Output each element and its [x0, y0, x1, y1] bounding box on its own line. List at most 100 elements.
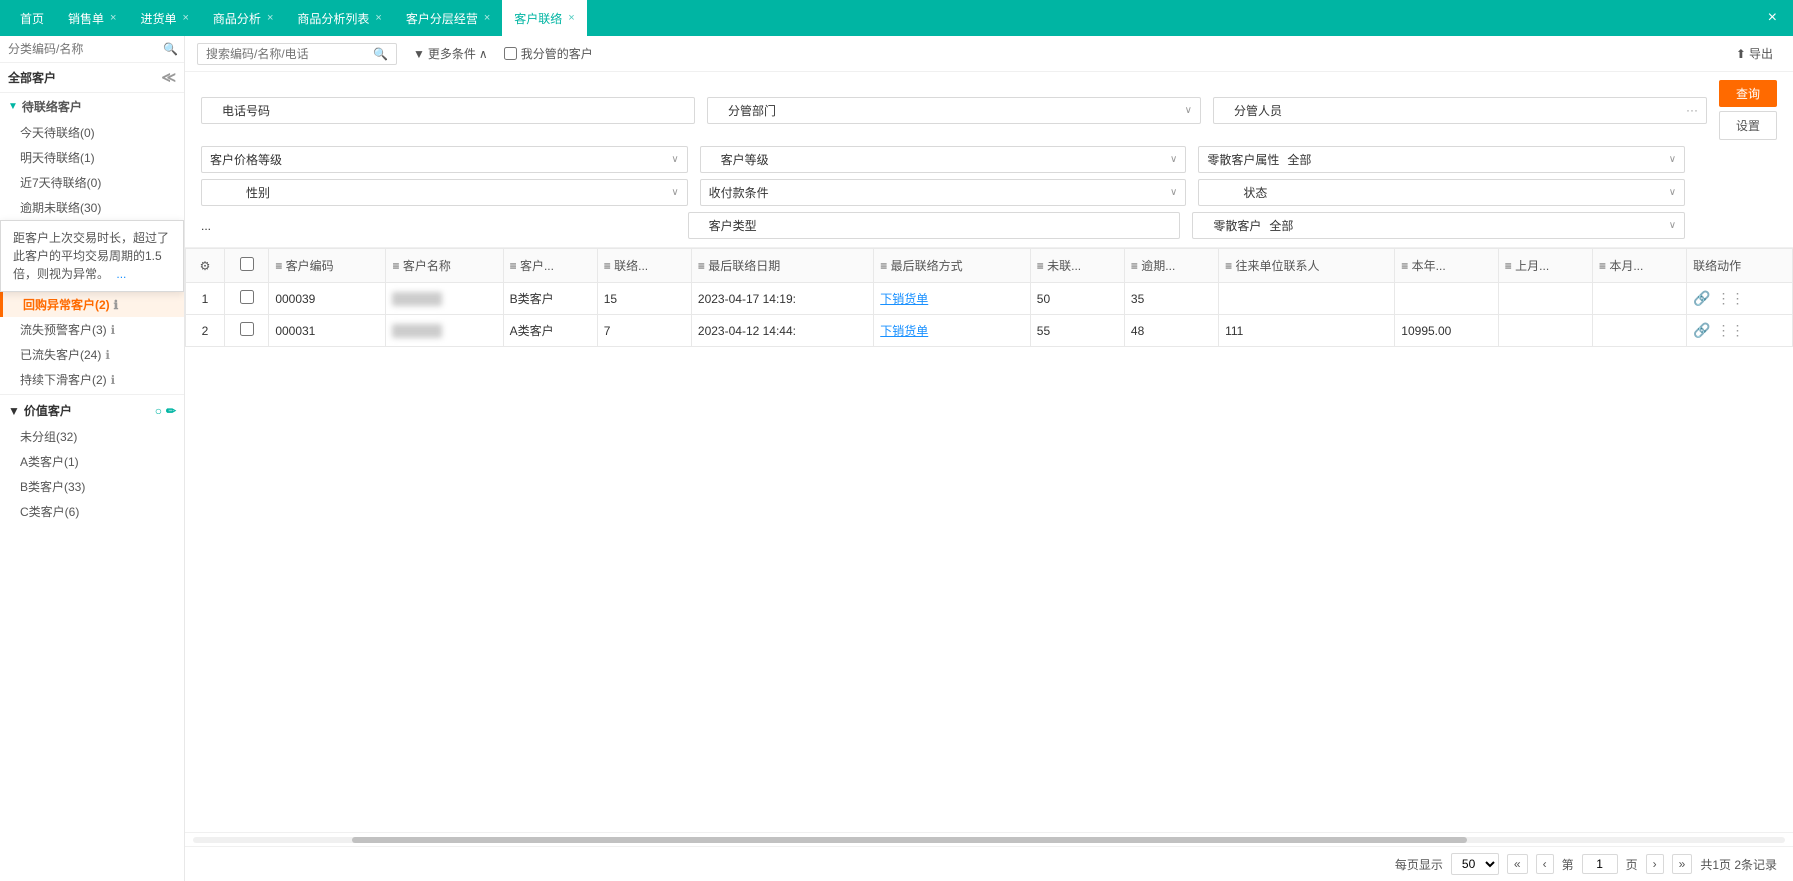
retail-customer-field[interactable]: 零散客户 全部 ∨ [1192, 212, 1685, 239]
gender-field[interactable]: 性别 ∨ [201, 179, 688, 206]
payment-field[interactable]: 收付款条件 ∨ [700, 179, 1187, 206]
per-page-select[interactable]: 50 [1451, 853, 1499, 875]
today-label: 今天待联络(0) [20, 124, 95, 141]
sidebar-item-overdue[interactable]: 逾期未联络(30) [0, 195, 184, 220]
row2-actions-wrap: 🔗 ⋮⋮ [1693, 322, 1786, 339]
dept-field[interactable]: 分管部门 ∨ [707, 97, 1201, 124]
next-page-btn[interactable]: › [1646, 854, 1664, 874]
dept-label: 分管部门 [716, 102, 776, 119]
nav-analysis-close[interactable]: × [267, 12, 273, 24]
nav-analysis-list-close[interactable]: × [375, 12, 381, 24]
row2-last-method[interactable]: 下销货单 [874, 315, 1031, 347]
table-body: 1 000039 B类客户 15 2023-04-17 14:19: 下销货单 … [186, 283, 1793, 347]
sidebar-item-declining[interactable]: 持续下滑客户(2) ℹ [0, 367, 184, 392]
customer-type-label: 客户类型 [697, 217, 757, 234]
price-level-field[interactable]: 客户价格等级 ∨ [201, 146, 688, 173]
query-button[interactable]: 查询 [1719, 80, 1777, 107]
manager-field[interactable]: 分管人员 ··· [1213, 97, 1707, 124]
col-last-month: ≡ 上月... [1498, 249, 1592, 283]
nav-sales-close[interactable]: × [110, 12, 116, 24]
sidebar-item-ungroup[interactable]: 未分组(32) [0, 424, 184, 449]
nav-customer-tier-close[interactable]: × [484, 12, 490, 24]
edit-icon2[interactable]: ✏ [166, 404, 176, 418]
declining-label: 持续下滑客户(2) [20, 371, 107, 388]
sidebar-search-icon[interactable]: 🔍 [163, 42, 178, 56]
sidebar-item-today[interactable]: 今天待联络(0) [0, 120, 184, 145]
page-input[interactable] [1582, 854, 1618, 874]
row1-last-method[interactable]: 下销货单 [874, 283, 1031, 315]
row1-checkbox[interactable] [225, 283, 269, 315]
nav-customer-contact-close[interactable]: × [568, 12, 574, 24]
edit-icon1[interactable]: ○ [155, 404, 162, 418]
sidebar-item-7days[interactable]: 近7天待联络(0) [0, 170, 184, 195]
scrollbar-thumb[interactable] [352, 837, 1466, 843]
select-all-checkbox[interactable] [240, 257, 254, 271]
retail-customer-label: 零散客户 [1201, 217, 1261, 234]
window-close-btn[interactable]: × [1760, 9, 1785, 27]
col-current-month: ≡ 本月... [1592, 249, 1686, 283]
status-field[interactable]: 状态 ∨ [1198, 179, 1685, 206]
sidebar-all-customers-header: 全部客户 ≪ [0, 63, 184, 93]
manager-label: 分管人员 [1222, 102, 1282, 119]
nav-analysis[interactable]: 商品分析 × [201, 0, 285, 36]
row1-action-link[interactable]: 🔗 [1693, 290, 1710, 307]
per-page-label: 每页显示 [1395, 856, 1443, 873]
nav-sales[interactable]: 销售单 × [56, 0, 128, 36]
table-container: ⚙ ≡ 客户编码 ≡ 客户名称 [185, 248, 1793, 832]
main-search-icon[interactable]: 🔍 [373, 47, 388, 61]
settings-button[interactable]: 设置 [1719, 111, 1777, 140]
retail-attr-field[interactable]: 零散客户属性 全部 ∨ [1198, 146, 1685, 173]
tooltip-box: 距客户上次交易时长，超过了此客户的平均交易周期的1.5倍，则视为异常。 ... [0, 220, 184, 292]
row2-seq: 2 [186, 315, 225, 347]
nav-customer-contact[interactable]: 客户联络 × [502, 0, 586, 36]
customer-type-field[interactable]: 客户类型 [688, 212, 1181, 239]
sidebar-item-repurchase-abnormal[interactable]: 回购异常客户(2) ℹ [0, 292, 184, 317]
first-page-btn[interactable]: « [1507, 854, 1528, 874]
sidebar-item-churned[interactable]: 已流失客户(24) ℹ [0, 342, 184, 367]
nav-customer-tier[interactable]: 客户分层经营 × [394, 0, 502, 36]
row2-select[interactable] [240, 322, 254, 336]
nav-analysis-list[interactable]: 商品分析列表 × [285, 0, 393, 36]
export-btn[interactable]: ⬆ 导出 [1728, 42, 1781, 65]
col-gear[interactable]: ⚙ [186, 249, 225, 283]
sidebar-group-pending-title[interactable]: ▼ 待联络客户 [0, 93, 184, 120]
row2-current-month [1592, 315, 1686, 347]
row1-current-month [1592, 283, 1686, 315]
row2-action-link[interactable]: 🔗 [1693, 322, 1710, 339]
nav-purchase-close[interactable]: × [182, 12, 188, 24]
row2-current-year: 10995.00 [1395, 315, 1499, 347]
nav-purchase[interactable]: 进货单 × [128, 0, 200, 36]
7days-label: 近7天待联络(0) [20, 174, 101, 191]
nav-home[interactable]: 首页 [8, 0, 56, 36]
my-customer-check[interactable]: 我分管的客户 [504, 45, 593, 62]
row1-select[interactable] [240, 290, 254, 304]
value-arrow: ▼ [8, 404, 20, 418]
table-row: 2 000031 A类客户 7 2023-04-12 14:44: 下销货单 5… [186, 315, 1793, 347]
b-class-label: B类客户(33) [20, 478, 85, 495]
row1-contact-person [1219, 283, 1395, 315]
horizontal-scrollbar[interactable] [185, 832, 1793, 846]
col-actions-label: 联络动作 [1693, 259, 1741, 273]
row1-action-more[interactable]: ⋮⋮ [1717, 290, 1745, 307]
sidebar-value-group-header[interactable]: ▼ 价值客户 ○ ✏ [0, 397, 184, 424]
phone-field[interactable]: 电话号码 [201, 97, 695, 124]
customer-level-field[interactable]: 客户等级 ∨ [700, 146, 1187, 173]
row2-checkbox[interactable] [225, 315, 269, 347]
sidebar-item-b-class[interactable]: B类客户(33) [0, 474, 184, 499]
sidebar-search-input[interactable] [8, 42, 163, 56]
sidebar-item-tomorrow[interactable]: 明天待联络(1) [0, 145, 184, 170]
col-checkbox[interactable] [225, 249, 269, 283]
sidebar-item-c-class[interactable]: C类客户(6) [0, 499, 184, 524]
main-search-input[interactable] [206, 47, 369, 61]
my-customer-checkbox[interactable] [504, 47, 517, 60]
row1-actions: 🔗 ⋮⋮ [1687, 283, 1793, 315]
prev-page-btn[interactable]: ‹ [1536, 854, 1554, 874]
sidebar-collapse-icon[interactable]: ≪ [161, 69, 176, 86]
sidebar-item-a-class[interactable]: A类客户(1) [0, 449, 184, 474]
row2-action-more[interactable]: ⋮⋮ [1717, 322, 1745, 339]
row1-last-month [1498, 283, 1592, 315]
more-filter-btn[interactable]: ▼ 更多条件 ∧ [405, 42, 496, 65]
last-page-btn[interactable]: » [1672, 854, 1693, 874]
sidebar-item-churn-warning[interactable]: 流失预警客户(3) ℹ [0, 317, 184, 342]
gear-icon[interactable]: ⚙ [200, 259, 211, 273]
